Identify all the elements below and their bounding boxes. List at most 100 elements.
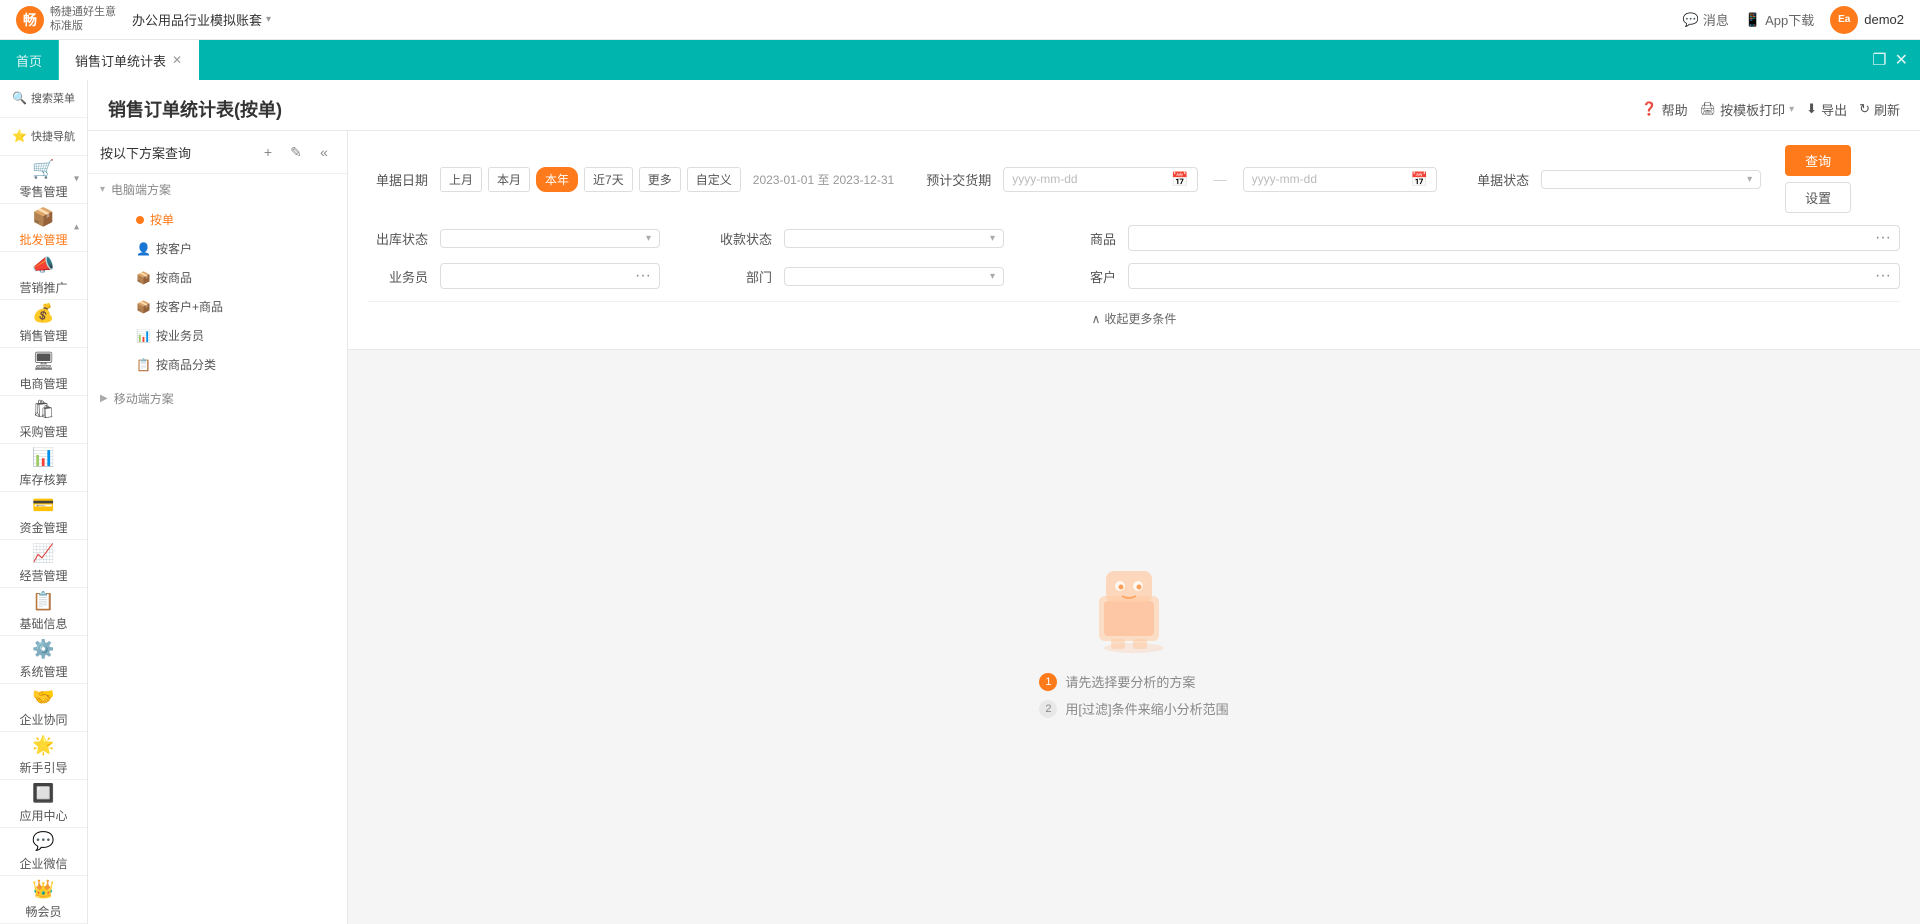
sidebar-item-purchase[interactable]: 🛍 采购管理 [0,396,87,444]
close-window-icon[interactable]: ✕ [1895,50,1908,70]
product-icon: 📦 [136,271,150,285]
filter-row-3: 业务员 ··· 部门 ▾ 客户 ··· [368,263,1900,289]
app-selector[interactable]: 办公用品行业模拟账套 ▾ [124,6,279,33]
download-icon: 📱 [1745,12,1761,28]
sidebar-item-enterprise[interactable]: 🤝 企业协同 [0,684,87,732]
purchase-icon: 🛍 [32,399,55,420]
salesperson-more-icon[interactable]: ··· [635,267,651,285]
filter-row-1: 单据日期 上月 本月 本年 近7天 更多 自定义 2023-01-01 至 20… [368,145,1900,213]
department-label: 部门 [712,267,772,286]
goods-select[interactable]: ··· [1128,225,1900,251]
calendar-end-icon[interactable]: 📅 [1411,171,1428,188]
user-name[interactable]: demo2 [1864,12,1904,27]
customer-label: 客户 [1056,267,1116,286]
sidebar-item-wholesale[interactable]: 📦 批发管理 ▴ [0,204,87,252]
refresh-button[interactable]: ↻ 刷新 [1859,100,1900,119]
ship-status-label: 出库状态 [368,229,428,248]
basic-icon: 📋 [32,591,54,612]
tab-sales-order-stat[interactable]: 销售订单统计表 ✕ [59,40,199,80]
setting-button[interactable]: 设置 [1785,182,1851,213]
wholesale-expand-icon: ▴ [74,222,79,233]
sidebar-item-wechat[interactable]: 💬 企业微信 [0,828,87,876]
scheme-by-order[interactable]: 按单 [112,205,347,234]
sidebar-item-inventory[interactable]: 📊 库存核算 [0,444,87,492]
salesperson-select[interactable]: ··· [440,263,660,289]
order-status-chevron-icon: ▾ [1747,174,1752,185]
sidebar-item-retail[interactable]: 🛒 零售管理 ▾ [0,156,87,204]
nav-icon: ⭐ [12,129,27,143]
retail-icon: 🛒 [32,159,54,180]
ship-status-select[interactable]: ▾ [440,229,660,248]
date-last-7-days-btn[interactable]: 近7天 [584,167,633,192]
customer-icon: 👤 [136,242,150,256]
tab-home[interactable]: 首页 [0,40,59,80]
page-header-actions: ❓ 帮助 🖨 按模板打印 ▾ ⬇ 导出 ↻ 刷新 [1641,100,1900,119]
goods-more-icon[interactable]: ··· [1875,229,1891,247]
sidebar-item-ecommerce[interactable]: 🖥 电商管理 [0,348,87,396]
left-panel-title: 按以下方案查询 [100,143,191,162]
data-area: 1 请先选择要分析的方案 2 用[过滤]条件来缩小分析范围 [348,350,1920,924]
order-status-label: 单据状态 [1469,170,1529,189]
date-separator: — [1210,172,1231,187]
date-more-btn[interactable]: 更多 [639,167,681,192]
enterprise-icon: 🤝 [32,687,54,708]
scheme-by-customer[interactable]: 👤 按客户 [112,234,347,263]
payment-status-chevron-icon: ▾ [990,233,995,244]
print-icon: 🖨 [1700,101,1717,117]
payment-status-label: 收款状态 [712,229,772,248]
order-status-select[interactable]: ▾ [1541,170,1761,189]
date-buttons-group: 上月 本月 本年 近7天 更多 自定义 [440,167,741,192]
sidebar-item-finance[interactable]: 💳 资金管理 [0,492,87,540]
calendar-start-icon[interactable]: 📅 [1171,171,1188,188]
scheme-by-salesperson[interactable]: 📊 按业务员 [112,321,347,350]
sidebar-nav-shortcut[interactable]: ⭐ 快捷导航 [0,118,87,156]
finance-icon: 💳 [32,495,54,516]
mobile-section-arrow: ▶ [100,393,108,404]
add-scheme-button[interactable]: + [257,141,279,163]
inner-layout: 按以下方案查询 + ✎ « ▾ 电脑端方案 按单 [88,131,1920,924]
right-panel: 单据日期 上月 本月 本年 近7天 更多 自定义 2023-01-01 至 20… [348,131,1920,924]
date-end-input[interactable] [1252,172,1407,186]
scheme-by-product[interactable]: 📦 按商品 [112,263,347,292]
tip-num-1: 1 [1039,673,1057,691]
help-icon: ❓ [1641,101,1657,117]
edit-scheme-button[interactable]: ✎ [285,141,307,163]
date-this-month-btn[interactable]: 本月 [488,167,530,192]
sidebar-item-operation[interactable]: 📈 经营管理 [0,540,87,588]
scheme-by-customer-product[interactable]: 📦 按客户+商品 [112,292,347,321]
collapse-filter-button[interactable]: ∧ 收起更多条件 [368,301,1900,335]
sidebar-item-sales[interactable]: 💰 销售管理 [0,300,87,348]
collapse-panel-button[interactable]: « [313,141,335,163]
left-panel: 按以下方案查询 + ✎ « ▾ 电脑端方案 按单 [88,131,348,924]
restore-window-icon[interactable]: ❐ [1872,50,1886,70]
customer-more-icon[interactable]: ··· [1875,267,1891,285]
payment-status-select[interactable]: ▾ [784,229,1004,248]
date-end-input-group[interactable]: 📅 [1243,167,1437,192]
pc-scheme-group: 按单 👤 按客户 📦 按商品 📦 按客户+商品 � [88,205,347,379]
sidebar-item-member[interactable]: 👑 畅会员 [0,876,87,924]
date-last-month-btn[interactable]: 上月 [440,167,482,192]
print-button[interactable]: 🖨 按模板打印 ▾ [1700,100,1795,119]
app-download-button[interactable]: 📱 App下载 [1745,10,1814,29]
ecommerce-icon: 🖥 [32,351,55,372]
date-custom-btn[interactable]: 自定义 [687,167,741,192]
query-button[interactable]: 查询 [1785,145,1851,176]
member-icon: 👑 [32,879,54,900]
tab-close-icon[interactable]: ✕ [172,53,182,67]
sidebar-item-basic[interactable]: 📋 基础信息 [0,588,87,636]
sidebar-search[interactable]: 🔍 搜索菜单 [0,80,87,118]
export-button[interactable]: ⬇ 导出 [1806,100,1847,119]
date-start-input[interactable] [1012,172,1167,186]
sidebar-item-newbie[interactable]: 🌟 新手引导 [0,732,87,780]
department-select[interactable]: ▾ [784,267,1004,286]
message-button[interactable]: 💬 消息 [1683,10,1729,29]
sidebar-item-system[interactable]: ⚙️ 系统管理 [0,636,87,684]
help-button[interactable]: ❓ 帮助 [1641,100,1687,119]
customer-select[interactable]: ··· [1128,263,1900,289]
date-this-year-btn[interactable]: 本年 [536,167,578,192]
user-area[interactable]: Ea demo2 [1830,6,1904,34]
date-start-input-group[interactable]: 📅 [1003,167,1197,192]
sidebar-item-marketing[interactable]: 📣 营销推广 [0,252,87,300]
sidebar-item-appstore[interactable]: 🔲 应用中心 [0,780,87,828]
scheme-by-category[interactable]: 📋 按商品分类 [112,350,347,379]
